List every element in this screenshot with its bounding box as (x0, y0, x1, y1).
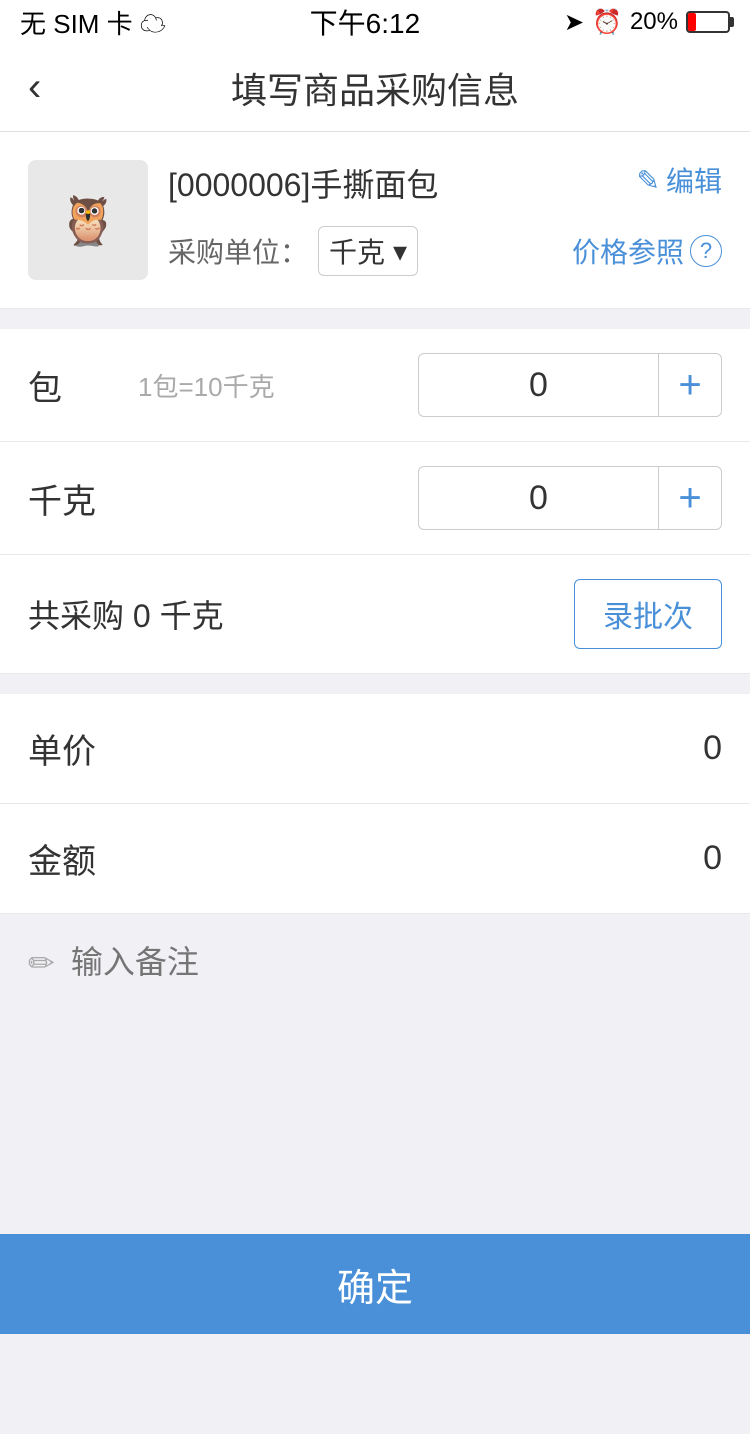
battery-icon (686, 11, 730, 33)
section-divider-1 (0, 309, 750, 329)
sim-status: 无 SIM 卡 ☁ (20, 4, 166, 41)
kg-input-row: 千克 + (0, 442, 750, 555)
product-name: [0000006]手撕面包 (168, 160, 438, 206)
remark-input[interactable] (71, 944, 722, 981)
unit-price-value: 0 (703, 729, 722, 768)
bao-input[interactable] (418, 353, 658, 417)
back-button[interactable]: ‹ (28, 65, 41, 110)
status-right: ➤ ⏰ 20% (564, 8, 730, 37)
edit-icon: ✎ (637, 164, 660, 197)
unit-dropdown[interactable]: 千克 ▾ (318, 226, 418, 276)
summary-row: 共采购 0 千克 录批次 (0, 555, 750, 674)
edit-button[interactable]: ✎ 编辑 (637, 160, 722, 200)
kg-plus-button[interactable]: + (658, 466, 722, 530)
unit-label: 采购单位： 千克 ▾ (168, 226, 418, 276)
bao-input-group: + (418, 353, 722, 417)
info-section: 单价 0 金额 0 (0, 694, 750, 914)
kg-input[interactable] (418, 466, 658, 530)
amount-value: 0 (703, 839, 722, 878)
status-left: 无 SIM 卡 ☁ (20, 4, 166, 41)
nav-bar: ‹ 填写商品采购信息 (0, 44, 750, 132)
unit-price-label: 单价 (28, 724, 96, 773)
bao-label: 包 (28, 361, 128, 410)
alarm-icon: ⏰ (592, 8, 622, 37)
battery-percent: 20% (630, 8, 678, 36)
section-divider-2 (0, 674, 750, 694)
price-reference-button[interactable]: 价格参照 ? (572, 231, 722, 271)
amount-row: 金额 0 (0, 804, 750, 914)
product-info: [0000006]手撕面包 ✎ 编辑 采购单位： 千克 ▾ 价格参照 ? (168, 160, 722, 276)
unit-value: 千克 (329, 231, 385, 271)
product-header: [0000006]手撕面包 ✎ 编辑 (168, 160, 722, 206)
unit-row: 采购单位： 千克 ▾ 价格参照 ? (168, 226, 722, 276)
dropdown-arrow-icon: ▾ (393, 235, 407, 268)
remark-icon: ✏ (28, 944, 55, 982)
page-title: 填写商品采购信息 (231, 62, 519, 114)
bao-input-row: 包 1包=10千克 + (0, 329, 750, 442)
kg-input-group: + (418, 466, 722, 530)
summary-text: 共采购 0 千克 (28, 591, 224, 637)
bao-plus-button[interactable]: + (658, 353, 722, 417)
batch-record-button[interactable]: 录批次 (574, 579, 722, 649)
status-bar: 无 SIM 卡 ☁ 下午6:12 ➤ ⏰ 20% (0, 0, 750, 44)
bao-sublabel: 1包=10千克 (138, 367, 275, 404)
price-ref-label: 价格参照 (572, 231, 684, 271)
quantity-section: 包 1包=10千克 + 千克 + (0, 329, 750, 555)
confirm-button[interactable]: 确定 (0, 1234, 750, 1334)
status-time: 下午6:12 (310, 2, 421, 42)
location-icon: ➤ (564, 8, 584, 37)
product-card: 🦉 [0000006]手撕面包 ✎ 编辑 采购单位： 千克 ▾ (0, 132, 750, 309)
info-icon: ? (690, 235, 722, 267)
product-image: 🦉 (28, 160, 148, 280)
kg-label: 千克 (28, 474, 128, 523)
remark-section: ✏ (0, 914, 750, 1034)
amount-label: 金额 (28, 834, 96, 883)
edit-label: 编辑 (666, 160, 722, 200)
unit-price-row: 单价 0 (0, 694, 750, 804)
